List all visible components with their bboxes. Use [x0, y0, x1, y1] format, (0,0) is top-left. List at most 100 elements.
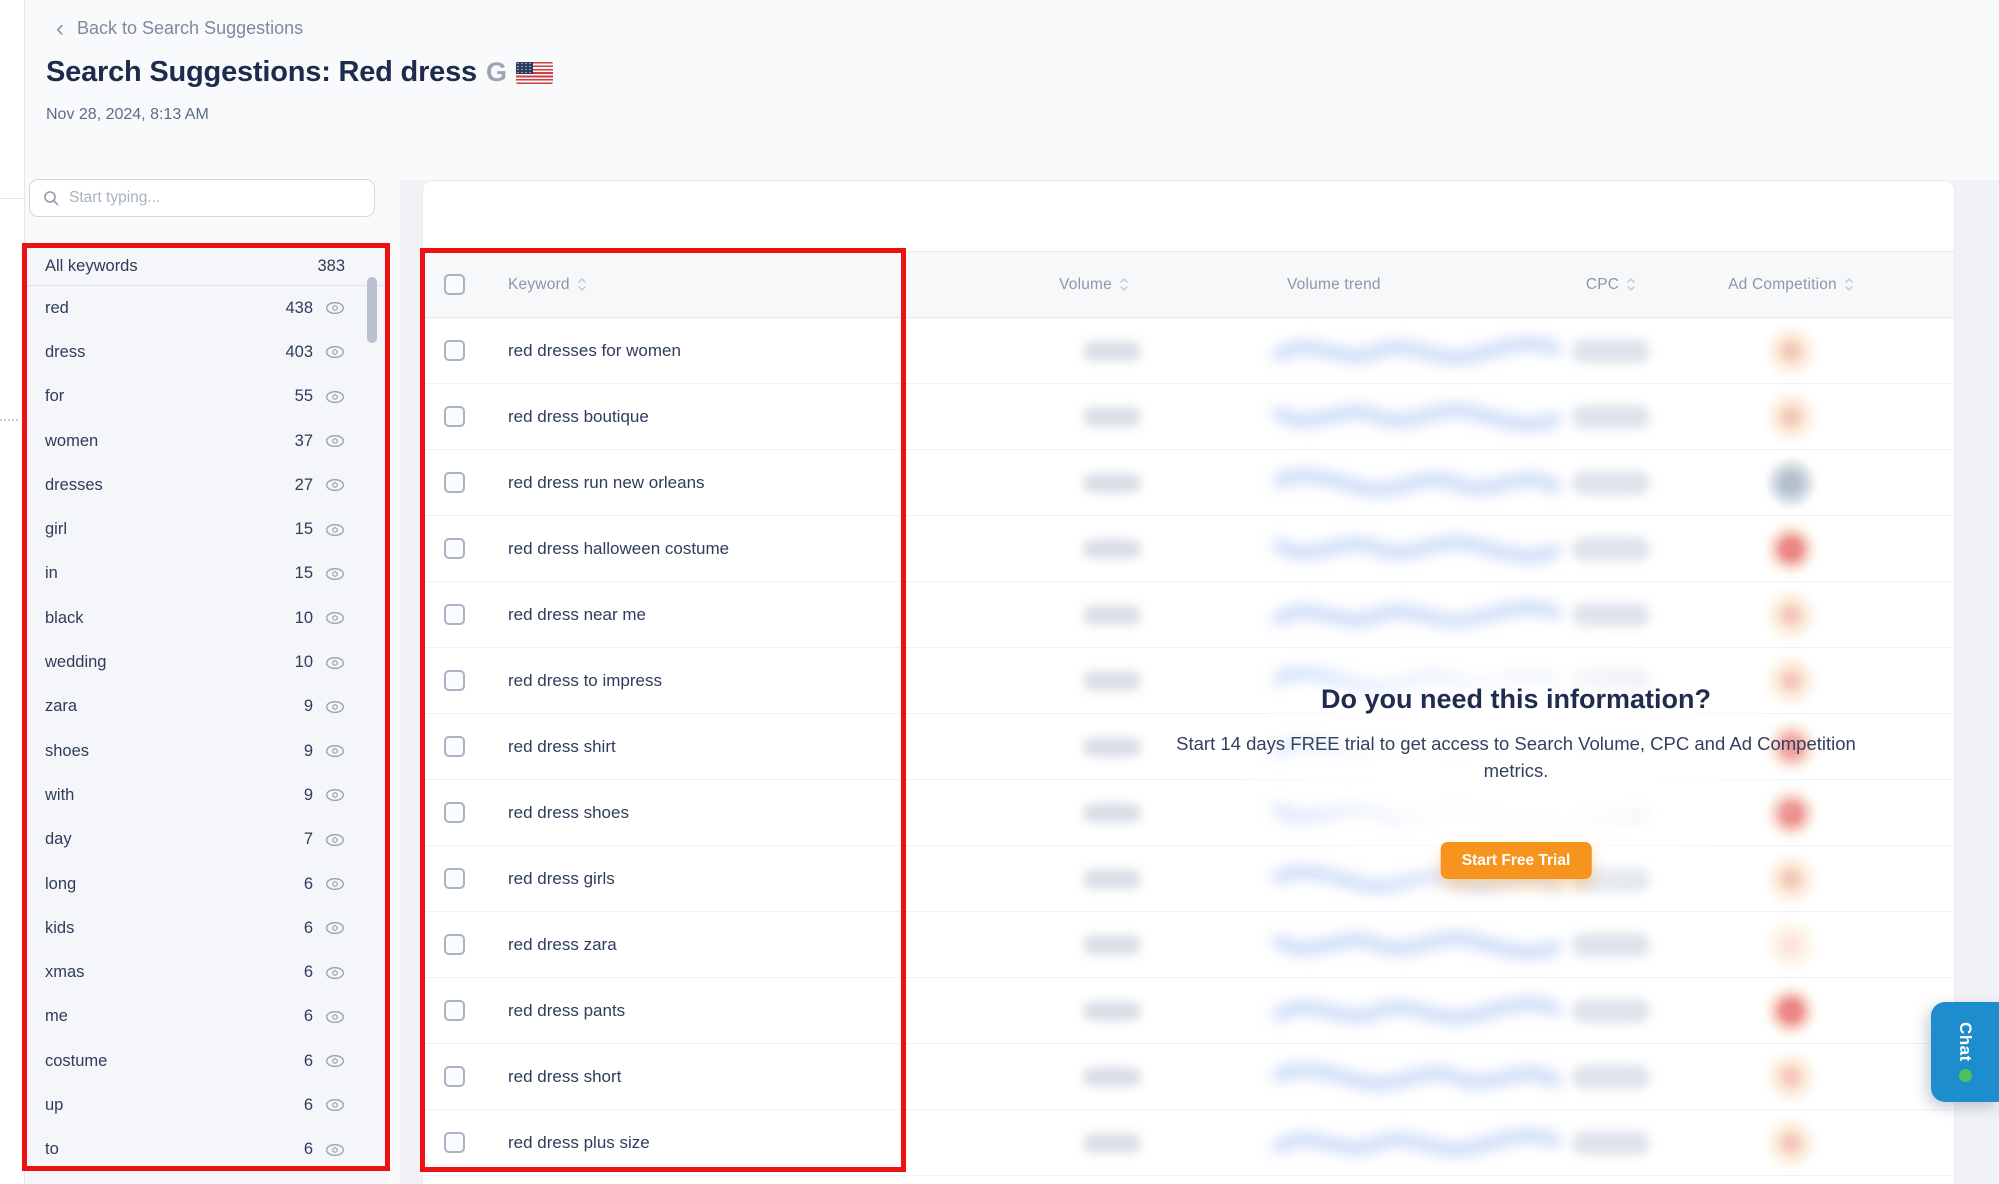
row-checkbox[interactable] [444, 538, 465, 559]
search-icon [44, 191, 59, 206]
keyword-count: 9 [303, 741, 313, 760]
select-all-checkbox[interactable] [444, 274, 465, 295]
row-keyword: red dress pants [508, 1000, 626, 1020]
sidebar-keyword-row[interactable]: costume 6 [27, 1039, 388, 1083]
eye-icon[interactable] [325, 788, 345, 802]
eye-icon[interactable] [325, 434, 345, 448]
eye-icon[interactable] [325, 611, 345, 625]
column-header-cpc[interactable]: CPC [1551, 252, 1671, 317]
sidebar-keyword-row[interactable]: women 37 [27, 419, 388, 463]
eye-icon[interactable] [325, 921, 345, 935]
blurred-volume-trend-sparkline [1272, 931, 1562, 959]
row-checkbox[interactable] [444, 802, 465, 823]
sidebar-keyword-row[interactable]: long 6 [27, 862, 388, 906]
sidebar-keyword-row[interactable]: on 6 [27, 1172, 388, 1184]
sidebar-keyword-row[interactable]: wedding 10 [27, 640, 388, 684]
row-keyword: red dress halloween costume [508, 538, 730, 558]
row-checkbox[interactable] [444, 1132, 465, 1153]
blurred-volume-trend-sparkline [1272, 1128, 1562, 1156]
eye-icon[interactable] [325, 478, 345, 492]
keyword-term: wedding [45, 653, 107, 672]
keyword-term: xmas [45, 963, 85, 982]
back-link[interactable]: ‹ Back to Search Suggestions [56, 14, 303, 42]
keyword-filter-search[interactable]: Start typing... [29, 179, 375, 217]
sort-icon[interactable] [1626, 277, 1636, 292]
all-keywords-label: All keywords [45, 256, 138, 275]
sidebar-keyword-row[interactable]: dresses 27 [27, 463, 388, 507]
sidebar-keyword-row[interactable]: shoes 9 [27, 729, 388, 773]
blurred-cpc-value [1572, 470, 1650, 495]
eye-icon[interactable] [325, 301, 345, 315]
sidebar-keyword-row[interactable]: with 9 [27, 773, 388, 817]
row-checkbox[interactable] [444, 670, 465, 691]
sidebar-keyword-row[interactable]: girl 15 [27, 507, 388, 551]
sort-icon[interactable] [577, 277, 587, 292]
row-checkbox[interactable] [444, 736, 465, 757]
eye-icon[interactable] [325, 656, 345, 670]
sidebar-keyword-row[interactable]: me 6 [27, 995, 388, 1039]
row-checkbox[interactable] [444, 934, 465, 955]
row-checkbox[interactable] [444, 1066, 465, 1087]
sidebar-scrollbar-thumb[interactable] [367, 277, 377, 343]
eye-icon[interactable] [325, 390, 345, 404]
row-checkbox[interactable] [444, 340, 465, 361]
column-header-keyword[interactable]: Keyword [508, 252, 587, 317]
sidebar-keyword-row[interactable]: day 7 [27, 818, 388, 862]
column-header-volume[interactable]: Volume [979, 252, 1129, 317]
column-header-ad-competition[interactable]: Ad Competition [1681, 252, 1901, 317]
keyword-term: black [45, 608, 84, 627]
blurred-volume-trend-sparkline [1272, 996, 1562, 1024]
row-checkbox[interactable] [444, 1000, 465, 1021]
keyword-term: dresses [45, 475, 103, 494]
sidebar-keyword-row[interactable]: red 438 [27, 286, 388, 330]
sidebar-keyword-row[interactable]: kids 6 [27, 906, 388, 950]
sidebar-keyword-row[interactable]: up 6 [27, 1083, 388, 1127]
row-checkbox[interactable] [444, 868, 465, 889]
chat-widget-button[interactable]: Chat [1931, 1002, 1999, 1102]
sidebar-keyword-row[interactable]: to 6 [27, 1128, 388, 1172]
row-checkbox[interactable] [444, 604, 465, 625]
sidebar-keyword-row[interactable]: xmas 6 [27, 950, 388, 994]
blurred-ad-competition-indicator [1764, 521, 1818, 576]
row-keyword: red dress shirt [508, 736, 616, 756]
sidebar-keyword-row[interactable]: for 55 [27, 375, 388, 419]
search-input[interactable]: Start typing... [69, 189, 160, 207]
eye-icon[interactable] [325, 966, 345, 980]
keyword-count: 403 [285, 342, 313, 361]
paywall-subtext: Start 14 days FREE trial to get access t… [1176, 733, 1856, 781]
eye-icon[interactable] [325, 744, 345, 758]
eye-icon[interactable] [325, 1098, 345, 1112]
eye-icon[interactable] [325, 523, 345, 537]
row-checkbox[interactable] [444, 406, 465, 427]
keyword-count: 6 [303, 918, 313, 937]
sidebar-keyword-row[interactable]: zara 9 [27, 685, 388, 729]
blurred-volume-value [1083, 802, 1141, 823]
eye-icon[interactable] [325, 833, 345, 847]
eye-icon[interactable] [325, 1054, 345, 1068]
eye-icon[interactable] [325, 567, 345, 581]
all-keywords-row[interactable]: All keywords 383 [27, 247, 388, 286]
eye-icon[interactable] [325, 1143, 345, 1157]
row-keyword: red dress near me [508, 604, 646, 624]
row-keyword: red dress boutique [508, 406, 649, 426]
sidebar-keyword-row[interactable]: black 10 [27, 596, 388, 640]
eye-icon[interactable] [325, 1010, 345, 1024]
eye-icon[interactable] [325, 345, 345, 359]
keyword-count: 55 [294, 387, 313, 406]
sort-icon[interactable] [1119, 277, 1129, 292]
row-checkbox[interactable] [444, 472, 465, 493]
blurred-cpc-value [1572, 932, 1650, 957]
chevron-left-icon: ‹ [56, 14, 64, 42]
sidebar-keyword-row[interactable]: dress 403 [27, 330, 388, 374]
blurred-ad-competition-indicator [1764, 983, 1818, 1038]
table-row: red dress zara [423, 912, 1954, 978]
sort-icon[interactable] [1844, 277, 1854, 292]
keyword-group-list: All keywords 383 red 438 dress 403 for 5… [27, 247, 388, 1184]
blurred-volume-value [1083, 406, 1141, 427]
eye-icon[interactable] [325, 877, 345, 891]
keyword-term: girl [45, 520, 68, 539]
keyword-count: 9 [303, 697, 313, 716]
sidebar-keyword-row[interactable]: in 15 [27, 552, 388, 596]
eye-icon[interactable] [325, 700, 345, 714]
start-free-trial-button[interactable]: Start Free Trial [1440, 842, 1592, 879]
